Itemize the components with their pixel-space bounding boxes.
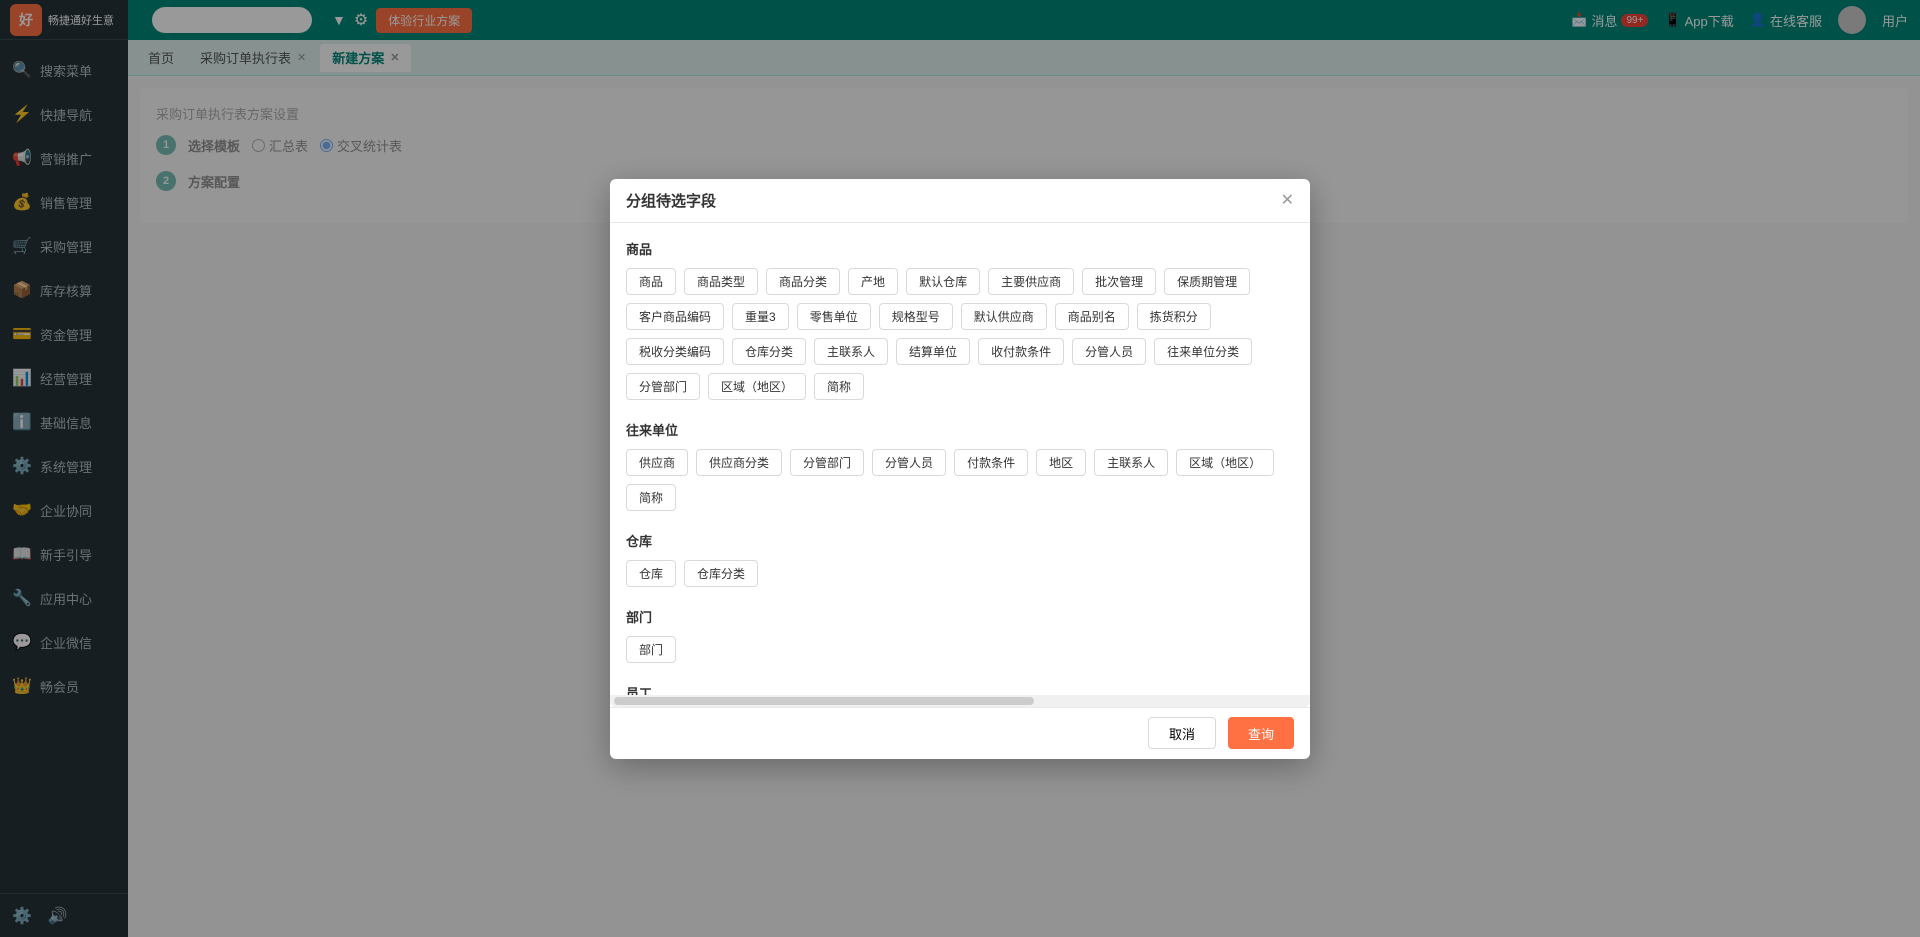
- field-chip-仓库分类[interactable]: 仓库分类: [732, 338, 806, 365]
- field-chips: 供应商供应商分类分管部门分管人员付款条件地区主联系人区域（地区） 简称: [626, 449, 1294, 511]
- field-chip-分管人员[interactable]: 分管人员: [1072, 338, 1146, 365]
- field-chip-分管部门[interactable]: 分管部门: [626, 373, 700, 400]
- field-chip-默认供应商[interactable]: 默认供应商: [961, 303, 1047, 330]
- section-title: 部门: [626, 607, 1294, 626]
- field-chip-往来单位分类[interactable]: 往来单位分类: [1154, 338, 1252, 365]
- section-title: 往来单位: [626, 420, 1294, 439]
- field-chips: 仓库仓库分类: [626, 560, 1294, 587]
- section-title: 仓库: [626, 531, 1294, 550]
- field-chip-商品[interactable]: 商品: [626, 268, 676, 295]
- modal-header: 分组待选字段 ✕: [610, 179, 1310, 223]
- hscroll-thumb: [614, 697, 1034, 705]
- field-chip-拣货积分[interactable]: 拣货积分: [1137, 303, 1211, 330]
- field-chip-分管人员[interactable]: 分管人员: [872, 449, 946, 476]
- field-chip-规格型号[interactable]: 规格型号: [879, 303, 953, 330]
- section-title: 商品: [626, 239, 1294, 258]
- field-chip-区域（地区）[interactable]: 区域（地区）: [1176, 449, 1274, 476]
- field-chip-保质期管理[interactable]: 保质期管理: [1164, 268, 1250, 295]
- modal-close-icon[interactable]: ✕: [1281, 190, 1294, 210]
- field-chip-主联系人[interactable]: 主联系人: [1094, 449, 1168, 476]
- modal-body[interactable]: 商品商品商品类型商品分类产地默认仓库主要供应商批次管理保质期管理客户商品编码重量…: [610, 223, 1310, 695]
- field-chip-简称[interactable]: 简称: [814, 373, 864, 400]
- field-chip-仓库分类[interactable]: 仓库分类: [684, 560, 758, 587]
- field-chip-零售单位[interactable]: 零售单位: [797, 303, 871, 330]
- field-chip-区域（地区）[interactable]: 区域（地区）: [708, 373, 806, 400]
- field-chip-分管部门[interactable]: 分管部门: [790, 449, 864, 476]
- modal-title: 分组待选字段: [626, 190, 1281, 211]
- modal-footer: 取消 查询: [610, 707, 1310, 759]
- field-chip-供应商分类[interactable]: 供应商分类: [696, 449, 782, 476]
- field-chip-供应商[interactable]: 供应商: [626, 449, 688, 476]
- field-section-仓库: 仓库仓库仓库分类: [626, 531, 1294, 587]
- field-chips: 部门: [626, 636, 1294, 663]
- field-chip-税收分类编码[interactable]: 税收分类编码: [626, 338, 724, 365]
- field-chip-仓库[interactable]: 仓库: [626, 560, 676, 587]
- section-title: 员工: [626, 683, 1294, 695]
- field-chip-付款条件[interactable]: 付款条件: [954, 449, 1028, 476]
- confirm-button[interactable]: 查询: [1228, 717, 1294, 749]
- field-chip-客户商品编码[interactable]: 客户商品编码: [626, 303, 724, 330]
- field-chip-默认仓库[interactable]: 默认仓库: [906, 268, 980, 295]
- field-chip-主要供应商[interactable]: 主要供应商: [988, 268, 1074, 295]
- modal-hscroll[interactable]: [610, 695, 1310, 707]
- field-chip-收付款条件[interactable]: 收付款条件: [978, 338, 1064, 365]
- field-chip-商品分类[interactable]: 商品分类: [766, 268, 840, 295]
- field-chip-简称[interactable]: 简称: [626, 484, 676, 511]
- field-chip-产地[interactable]: 产地: [848, 268, 898, 295]
- field-chip-商品别名[interactable]: 商品别名: [1055, 303, 1129, 330]
- field-section-部门: 部门部门: [626, 607, 1294, 663]
- field-chips: 商品商品类型商品分类产地默认仓库主要供应商批次管理保质期管理客户商品编码重量3 零…: [626, 268, 1294, 400]
- field-chip-部门[interactable]: 部门: [626, 636, 676, 663]
- field-section-商品: 商品商品商品类型商品分类产地默认仓库主要供应商批次管理保质期管理客户商品编码重量…: [626, 239, 1294, 400]
- cancel-button[interactable]: 取消: [1148, 717, 1216, 749]
- field-chip-主联系人[interactable]: 主联系人: [814, 338, 888, 365]
- field-section-往来单位: 往来单位供应商供应商分类分管部门分管人员付款条件地区主联系人区域（地区） 简称: [626, 420, 1294, 511]
- field-chip-批次管理[interactable]: 批次管理: [1082, 268, 1156, 295]
- field-section-员工: 员工业务员: [626, 683, 1294, 695]
- field-chip-重量3[interactable]: 重量3: [732, 303, 789, 330]
- field-chip-地区[interactable]: 地区: [1036, 449, 1086, 476]
- field-chip-商品类型[interactable]: 商品类型: [684, 268, 758, 295]
- field-select-modal: 分组待选字段 ✕ 商品商品商品类型商品分类产地默认仓库主要供应商批次管理保质期管…: [610, 179, 1310, 759]
- field-chip-结算单位[interactable]: 结算单位: [896, 338, 970, 365]
